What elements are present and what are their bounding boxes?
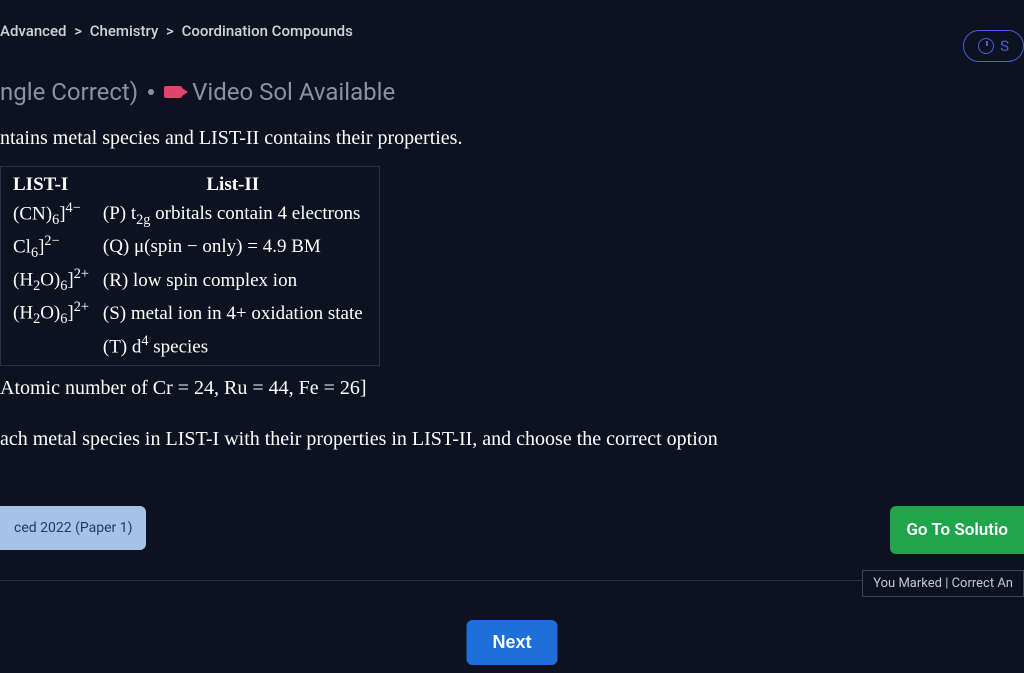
timer-text: S [1000,37,1009,55]
list2-item: (R) low spin complex ion [97,265,369,296]
question-type-label: ngle Correct) [0,78,138,106]
breadcrumb-sep: > [166,22,174,40]
marked-correct-chip[interactable]: You Marked | Correct An [862,570,1024,597]
breadcrumb-sep: > [74,22,82,40]
list2-item: (T) d4 species [97,332,369,359]
table-row: (T) d4 species [7,332,369,359]
breadcrumb-advanced[interactable]: Advanced [0,22,66,40]
table-row: (H2O)6]2+ (R) low spin complex ion [7,265,369,296]
question-intro: ntains metal species and LIST-II contain… [0,124,1024,152]
list1-item: (H2O)6]2+ [7,265,95,296]
list1-item: (H2O)6]2+ [7,298,95,329]
table-row: (H2O)6]2+ (S) metal ion in 4+ oxidation … [7,298,369,329]
breadcrumb-topic[interactable]: Coordination Compounds [182,22,353,40]
timer-button[interactable]: S [963,30,1024,62]
list1-header: LIST-I [7,173,95,197]
list1-item: (CN)6]4− [7,199,95,230]
question-type-row: ngle Correct) Video Sol Available [0,78,1024,106]
table-row: Cl6]2− (Q) μ(spin − only) = 4.9 BM [7,232,369,263]
list2-item: (Q) μ(spin − only) = 4.9 BM [97,232,369,263]
next-button[interactable]: Next [466,620,557,665]
table-row: (CN)6]4− (P) t2g orbitals contain 4 elec… [7,199,369,230]
list1-item: Cl6]2− [7,232,95,263]
list2-header: List-II [97,173,369,197]
breadcrumb: Advanced > Chemistry > Coordination Comp… [0,0,1024,40]
breadcrumb-chemistry[interactable]: Chemistry [90,22,159,40]
clock-icon [978,38,994,54]
video-sol-label: Video Sol Available [192,78,395,106]
go-to-solution-button[interactable]: Go To Solutio [890,506,1024,554]
question-instruction: ach metal species in LIST-I with their p… [0,428,1024,451]
match-table: LIST-I List-II (CN)6]4− (P) t2g orbitals… [0,166,380,366]
list2-item: (P) t2g orbitals contain 4 electrons [97,199,369,230]
source-chip[interactable]: ced 2022 (Paper 1) [0,506,146,550]
video-icon [164,86,182,98]
separator-dot-icon [148,89,154,95]
list2-item: (S) metal ion in 4+ oxidation state [97,298,369,329]
atomic-number-note: Atomic number of Cr = 24, Ru = 44, Fe = … [0,374,1024,402]
